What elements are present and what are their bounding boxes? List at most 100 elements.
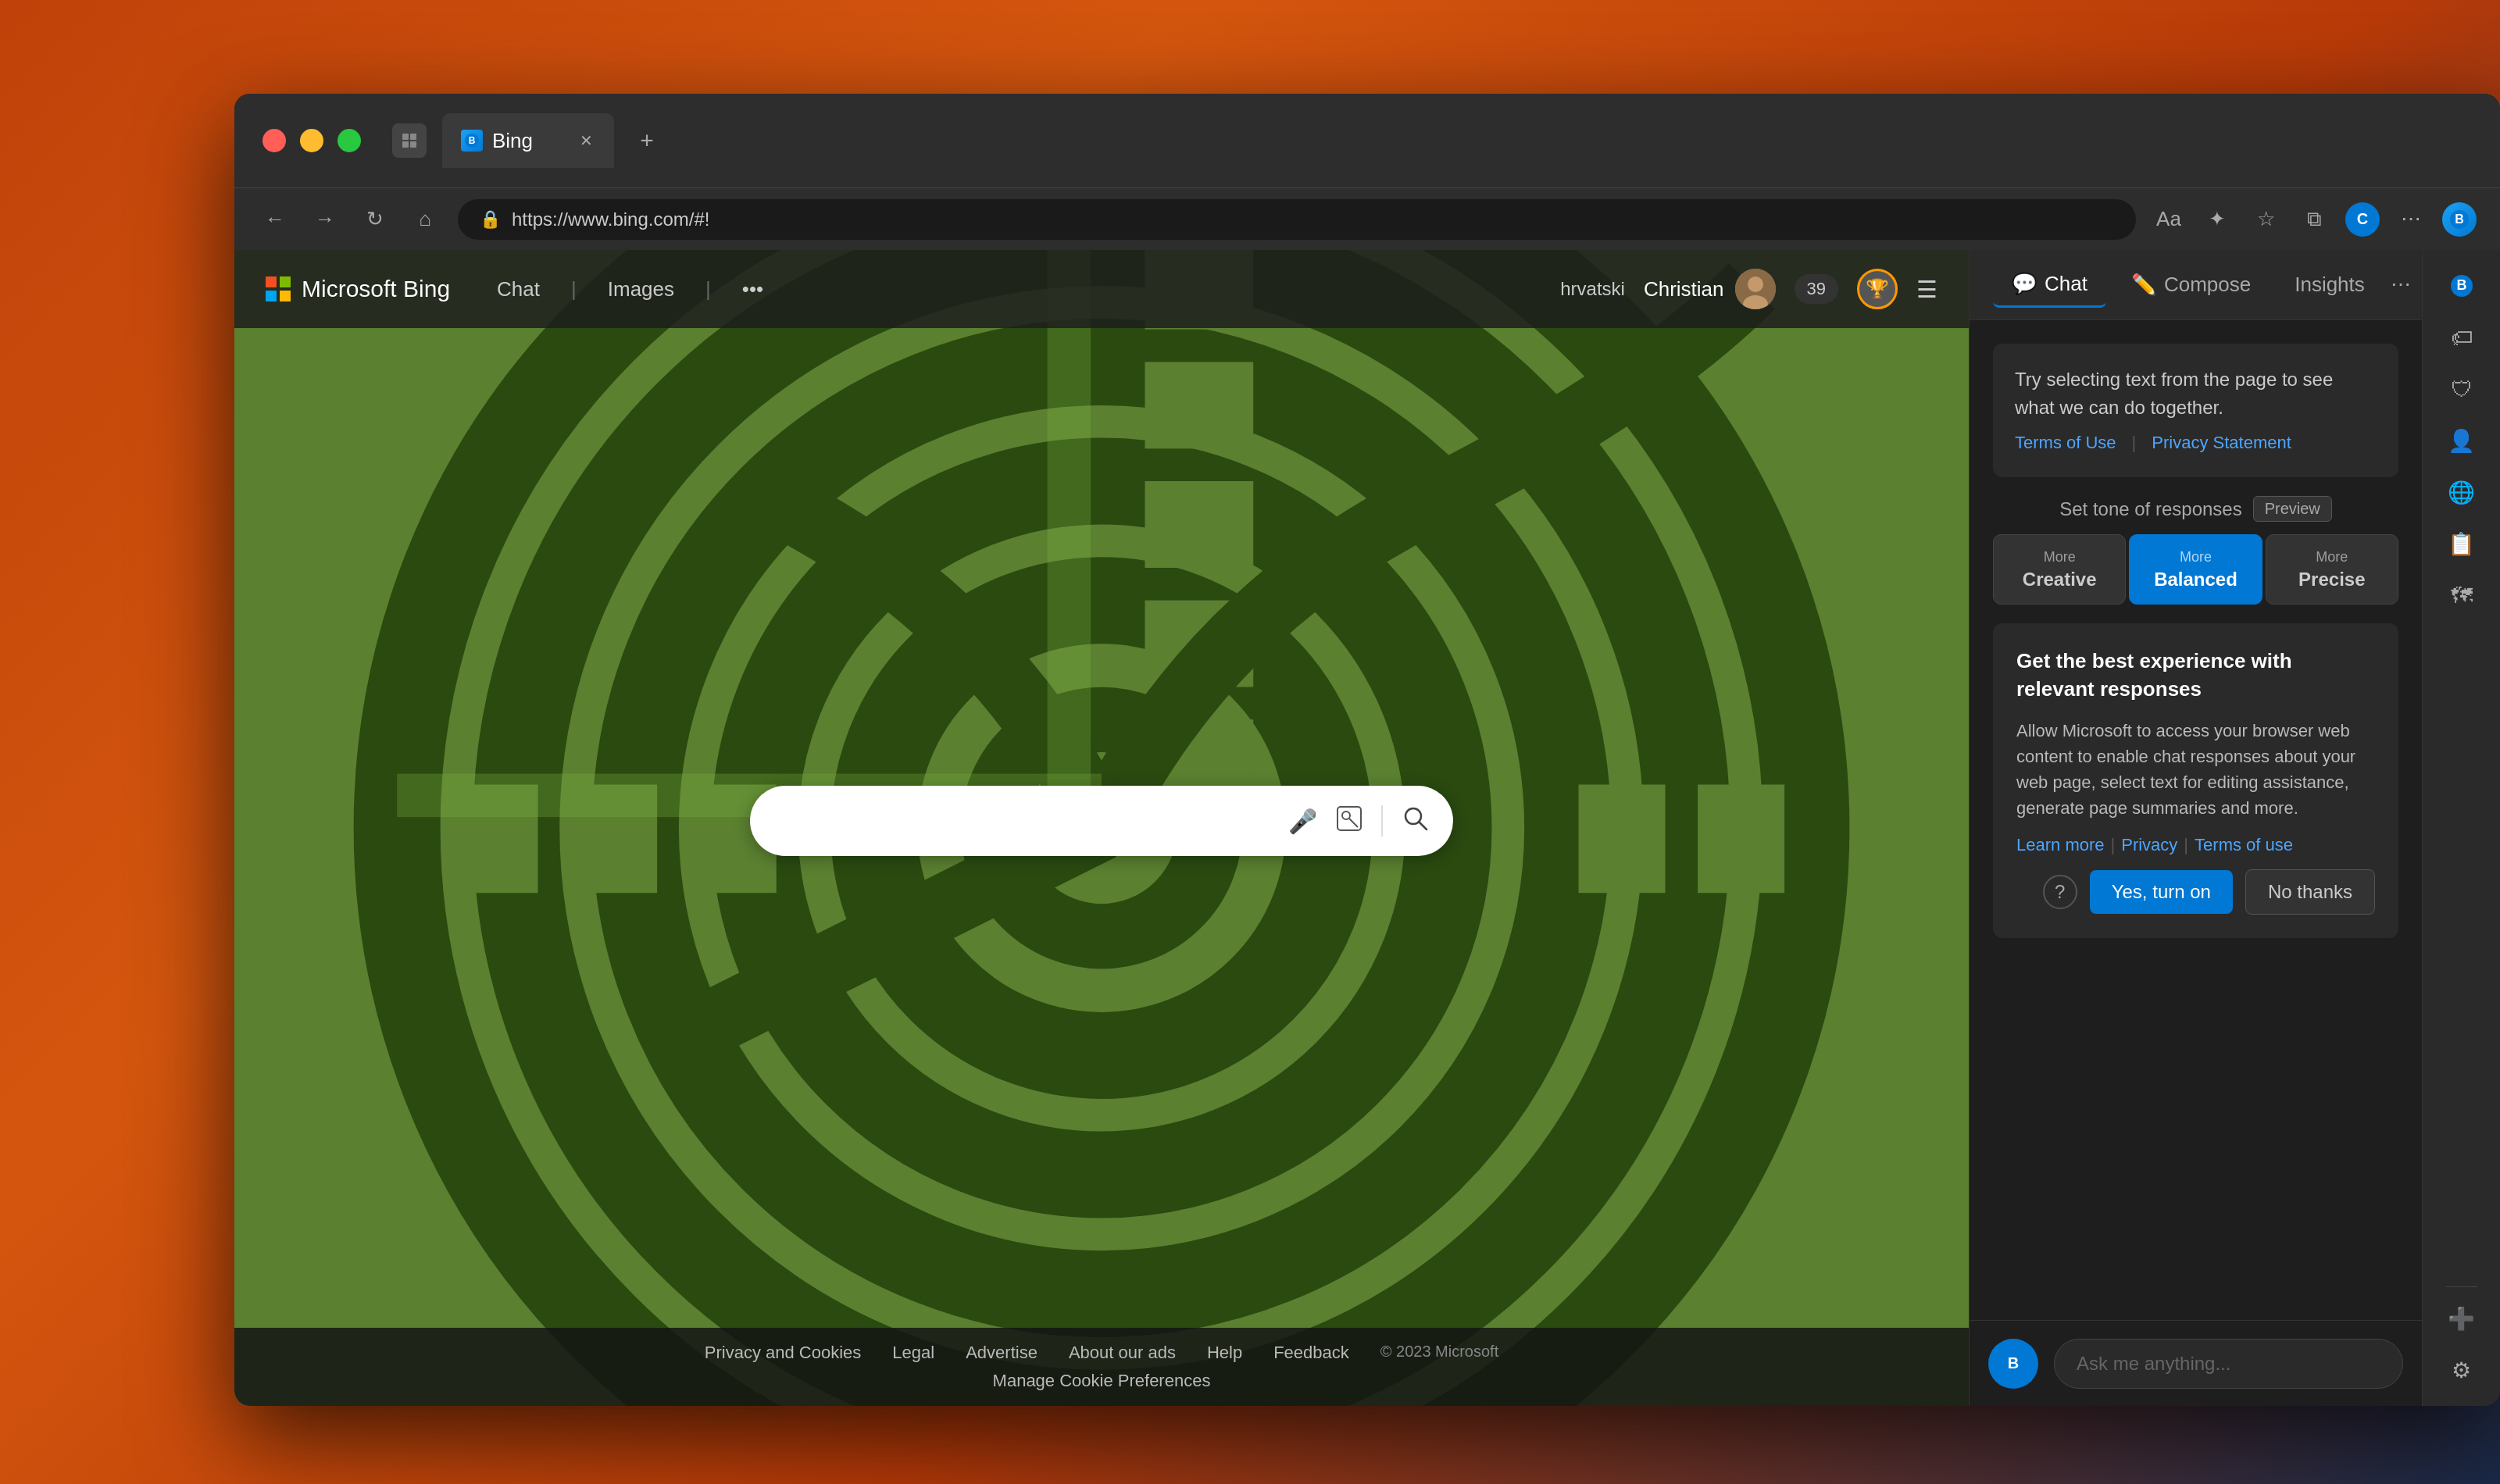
bing-nav-more[interactable]: ••• — [742, 277, 763, 301]
tab-close-button[interactable]: ✕ — [577, 131, 595, 150]
user-info: Christian — [1644, 269, 1776, 309]
notes-sidebar-icon[interactable]: 📋 — [2441, 523, 2482, 564]
minimize-button[interactable] — [300, 129, 323, 152]
footer-legal[interactable]: Legal — [892, 1343, 934, 1363]
user-name: Christian — [1644, 277, 1724, 301]
tone-balanced-sub: More — [2180, 549, 2212, 565]
chat-input-field[interactable]: Ask me anything... — [2054, 1339, 2403, 1389]
footer-help[interactable]: Help — [1207, 1343, 1242, 1363]
sidebar-more-options[interactable]: ⋯ — [2384, 268, 2418, 302]
add-sidebar-icon[interactable]: ➕ — [2441, 1298, 2482, 1339]
link-separator: | — [2132, 430, 2137, 455]
map-sidebar-icon[interactable]: 🗺 — [2441, 575, 2482, 615]
favorites-sidebar-icon[interactable]: 🏷 — [2441, 317, 2482, 358]
permission-description: Allow Microsoft to access your browser w… — [2016, 718, 2375, 821]
bing-header-right: hrvatski Christian 39 🏆 ☰ — [1560, 269, 1938, 309]
chat-input-placeholder: Ask me anything... — [2077, 1353, 2230, 1375]
settings-icon[interactable]: ⋯ — [2394, 202, 2428, 237]
reader-view-icon[interactable]: Aa — [2152, 202, 2186, 237]
title-bar: B Bing ✕ + — [234, 94, 2500, 187]
address-field[interactable]: 🔒 https://www.bing.com/#! — [458, 199, 2136, 240]
lock-icon: 🔒 — [480, 209, 501, 230]
footer-manage-cookies[interactable]: Manage Cookie Preferences — [993, 1371, 1211, 1391]
tone-balanced-button[interactable]: More Balanced — [2129, 534, 2262, 605]
extensions-icon[interactable]: ✦ — [2200, 202, 2234, 237]
sidebar-tab-chat[interactable]: 💬 Chat — [1993, 262, 2106, 308]
info-message-text: Try selecting text from the page to see … — [2015, 369, 2333, 418]
tone-label-text: Set tone of responses — [2059, 498, 2241, 520]
collections-sidebar-icon[interactable]: 🌐 — [2441, 472, 2482, 512]
help-icon-button[interactable]: ? — [2043, 875, 2077, 909]
rewards-icon[interactable]: 🏆 — [1857, 269, 1898, 309]
back-button[interactable]: ← — [258, 202, 292, 237]
tone-creative-button[interactable]: More Creative — [1993, 534, 2126, 605]
browser-tab[interactable]: B Bing ✕ — [442, 113, 614, 168]
collections-icon[interactable]: ⧉ — [2297, 202, 2331, 237]
sidebar-content: Try selecting text from the page to see … — [1970, 320, 2422, 1320]
user-avatar[interactable] — [1735, 269, 1776, 309]
tone-creative-sub: More — [2044, 549, 2076, 565]
right-sidebar: B 🏷 🛡 👤 🌐 📋 🗺 ➕ ⚙ — [2422, 250, 2500, 1406]
maximize-button[interactable] — [338, 129, 361, 152]
privacy-link[interactable]: Privacy — [2121, 835, 2177, 855]
tone-balanced-main: Balanced — [2154, 569, 2238, 590]
perm-sep2: | — [2184, 835, 2188, 855]
microsoft-logo — [266, 276, 291, 301]
permission-links: Learn more | Privacy | Terms of use — [2016, 835, 2375, 855]
language-label[interactable]: hrvatski — [1560, 278, 1625, 300]
home-button[interactable]: ⌂ — [408, 202, 442, 237]
permission-actions: ? Yes, turn on No thanks — [2016, 869, 2375, 915]
tone-label: Set tone of responses Preview — [2059, 496, 2332, 522]
settings-sidebar-icon[interactable]: ⚙ — [2441, 1350, 2482, 1390]
profile-avatar[interactable]: C — [2345, 202, 2380, 237]
tone-creative-main: Creative — [2023, 569, 2097, 590]
yes-turn-on-button[interactable]: Yes, turn on — [2090, 870, 2233, 914]
svg-text:B: B — [469, 135, 476, 146]
hamburger-menu[interactable]: ☰ — [1916, 276, 1938, 303]
chat-input-area: B Ask me anything... — [1970, 1320, 2422, 1406]
sidebar-tab-insights[interactable]: Insights — [2276, 262, 2384, 308]
bing-page: Microsoft Bing Chat | Images | ••• hrvat… — [234, 250, 1969, 1406]
refresh-button[interactable]: ↻ — [358, 202, 392, 237]
tone-precise-main: Precise — [2298, 569, 2365, 590]
tone-precise-button[interactable]: More Precise — [2266, 534, 2398, 605]
no-thanks-button[interactable]: No thanks — [2245, 869, 2375, 915]
profile-sidebar-icon[interactable]: 👤 — [2441, 420, 2482, 461]
main-content-area: Microsoft Bing Chat | Images | ••• hrvat… — [234, 250, 2500, 1406]
image-search-icon[interactable] — [1336, 805, 1362, 837]
footer-copyright: © 2023 Microsoft — [1380, 1343, 1498, 1363]
privacy-statement-link[interactable]: Privacy Statement — [2152, 430, 2291, 455]
footer-privacy-cookies[interactable]: Privacy and Cookies — [705, 1343, 862, 1363]
bing-nav: Chat | Images | ••• — [497, 277, 763, 301]
history-sidebar-icon[interactable]: 🛡 — [2441, 369, 2482, 409]
search-input[interactable] — [773, 808, 1288, 833]
bing-sidebar-toggle[interactable]: B — [2442, 202, 2477, 237]
terms-of-use-link2[interactable]: Terms of use — [2195, 835, 2293, 855]
bing-nav-images[interactable]: Images — [608, 277, 674, 301]
bing-nav-chat[interactable]: Chat — [497, 277, 540, 301]
sidebar-header: 💬 Chat ✏️ Compose Insights ⋯ ✕ — [1970, 250, 2422, 320]
forward-button[interactable]: → — [308, 202, 342, 237]
footer-advertise[interactable]: Advertise — [966, 1343, 1038, 1363]
favorites-icon[interactable]: ☆ — [2248, 202, 2283, 237]
ms-logo-yellow — [280, 291, 291, 301]
url-text: https://www.bing.com/#! — [512, 209, 2114, 230]
new-tab-button[interactable]: + — [630, 123, 664, 158]
microphone-icon[interactable]: 🎤 — [1288, 808, 1317, 835]
terms-of-use-link[interactable]: Terms of Use — [2015, 430, 2116, 455]
learn-more-link[interactable]: Learn more — [2016, 835, 2105, 855]
bing-icon[interactable]: B — [2441, 266, 2482, 306]
chat-tab-icon: 💬 — [2012, 272, 2037, 296]
footer-links: Privacy and Cookies Legal Advertise Abou… — [705, 1343, 1498, 1363]
search-button[interactable] — [1402, 804, 1430, 838]
permission-title: Get the best experience with relevant re… — [2016, 647, 2375, 704]
footer-about-ads[interactable]: About our ads — [1069, 1343, 1176, 1363]
search-box: 🎤 — [750, 786, 1453, 856]
footer-feedback[interactable]: Feedback — [1273, 1343, 1349, 1363]
bing-logo-text: Microsoft Bing — [302, 276, 450, 302]
ms-logo-green — [280, 276, 291, 287]
close-button[interactable] — [262, 129, 286, 152]
svg-rect-25 — [1698, 785, 1784, 894]
tab-grid-icon[interactable] — [392, 123, 427, 158]
sidebar-tab-compose[interactable]: ✏️ Compose — [2112, 262, 2270, 308]
